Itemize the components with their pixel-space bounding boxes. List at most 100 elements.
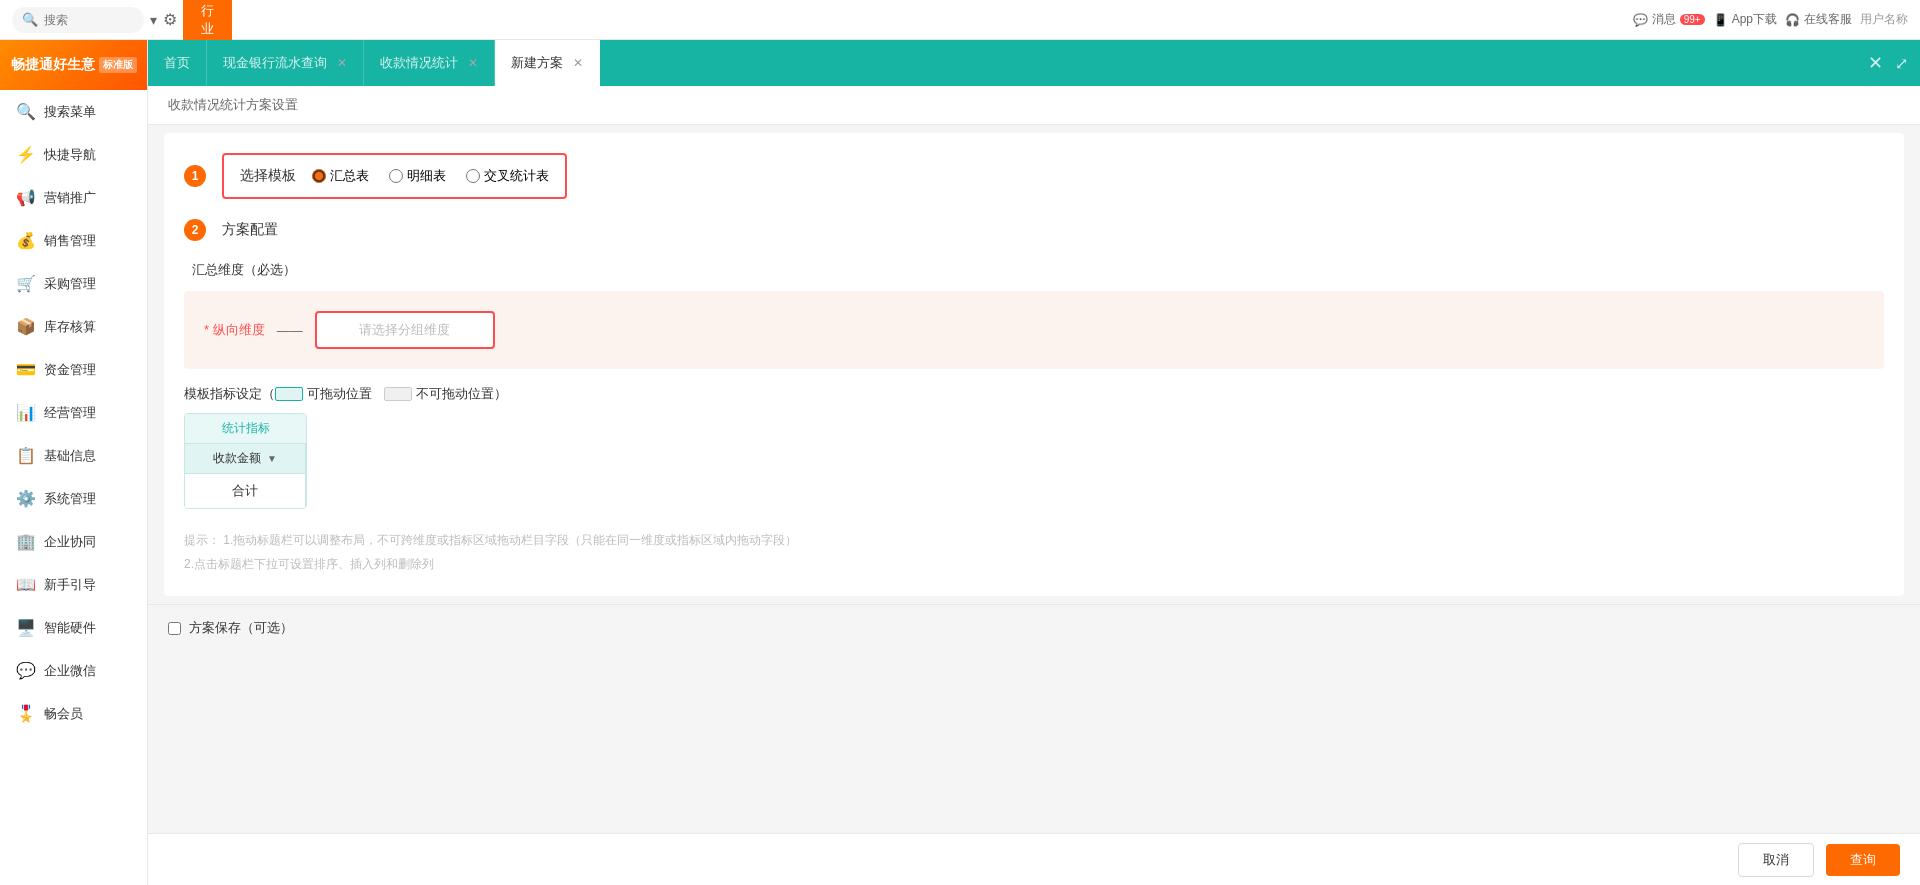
- sidebar-item-label: 快捷导航: [44, 146, 96, 164]
- nodrag-legend-box: [384, 387, 412, 401]
- sidebar-item-quicknav[interactable]: ⚡ 快捷导航: [0, 133, 147, 176]
- metrics-columns: 收款金额 ▼ 合计: [185, 444, 306, 508]
- download-btn[interactable]: 📱 App下载: [1713, 11, 1777, 28]
- wechat-icon: 💬: [16, 661, 36, 680]
- tab-cashflow[interactable]: 现金银行流水查询 ✕: [207, 40, 364, 86]
- dropdown-icon[interactable]: ▾: [150, 12, 157, 28]
- sidebar-item-finance[interactable]: 💳 资金管理: [0, 348, 147, 391]
- message-label: 消息: [1652, 11, 1676, 28]
- save-row: 方案保存（可选）: [148, 604, 1920, 651]
- marketing-icon: 📢: [16, 188, 36, 207]
- step2-section: 2 方案配置 汇总维度（必选） * 纵向维度 —— 请选择分组维度: [184, 219, 1884, 576]
- quicknav-icon: ⚡: [16, 145, 36, 164]
- summary-dimension-label: 汇总维度（必选）: [192, 261, 1884, 279]
- step1-label: 选择模板: [240, 167, 296, 185]
- sidebar-item-wechat[interactable]: 💬 企业微信: [0, 649, 147, 692]
- user-label: 用户名称: [1860, 11, 1908, 28]
- drag-legend-label: 可拖动位置: [307, 385, 372, 403]
- sidebar-item-inventory[interactable]: 📦 库存核算: [0, 305, 147, 348]
- radio-summary-label: 汇总表: [330, 167, 369, 185]
- search-icon: 🔍: [22, 12, 38, 27]
- save-label: 方案保存（可选）: [189, 619, 293, 637]
- dimension-select-placeholder: 请选择分组维度: [359, 322, 450, 337]
- sidebar-item-purchase[interactable]: 🛒 采购管理: [0, 262, 147, 305]
- content-area: 收款情况统计方案设置 1 选择模板 汇总表: [148, 86, 1920, 833]
- service-btn[interactable]: 🎧 在线客服: [1785, 11, 1852, 28]
- template-radio-group: 汇总表 明细表 交叉统计表: [312, 167, 549, 185]
- sidebar-item-system[interactable]: ⚙️ 系统管理: [0, 477, 147, 520]
- tab-newplan-label: 新建方案: [511, 54, 563, 72]
- user-info[interactable]: 用户名称: [1860, 11, 1908, 28]
- system-icon: ⚙️: [16, 489, 36, 508]
- radio-cross-input[interactable]: [466, 169, 480, 183]
- metrics-close: ）: [494, 385, 507, 403]
- tab-cashflow-close[interactable]: ✕: [337, 56, 347, 70]
- page-header-text: 收款情况统计方案设置: [168, 97, 298, 112]
- metrics-label: 模板指标设定（: [184, 385, 275, 403]
- sidebar-item-label: 智能硬件: [44, 619, 96, 637]
- radio-cross[interactable]: 交叉统计表: [466, 167, 549, 185]
- sidebar-item-management[interactable]: 📊 经营管理: [0, 391, 147, 434]
- sidebar-item-search[interactable]: 🔍 搜索菜单: [0, 90, 147, 133]
- sidebar-item-sales[interactable]: 💰 销售管理: [0, 219, 147, 262]
- radio-summary[interactable]: 汇总表: [312, 167, 369, 185]
- tab-home[interactable]: 首页: [148, 40, 207, 86]
- step2-row: 2 方案配置: [184, 219, 1884, 241]
- tips-section: 提示： 1.拖动标题栏可以调整布局，不可跨维度或指标区域拖动栏目字段（只能在同一…: [184, 528, 1884, 576]
- gear-icon[interactable]: ⚙: [163, 10, 177, 29]
- metrics-label-row: 模板指标设定（ 可拖动位置 不可拖动位置 ）: [184, 385, 1884, 403]
- tab-newplan[interactable]: 新建方案 ✕: [495, 40, 600, 86]
- sidebar-item-enterprise[interactable]: 🏢 企业协同: [0, 520, 147, 563]
- metrics-legend-nodrag: 不可拖动位置: [384, 385, 494, 403]
- sidebar-item-label: 采购管理: [44, 275, 96, 293]
- tab-newplan-close[interactable]: ✕: [573, 56, 583, 70]
- app-logo: 畅捷通好生意 标准版: [0, 40, 147, 90]
- tab-receipts[interactable]: 收款情况统计 ✕: [364, 40, 495, 86]
- management-icon: 📊: [16, 403, 36, 422]
- sidebar-item-guide[interactable]: 📖 新手引导: [0, 563, 147, 606]
- sidebar-item-label: 资金管理: [44, 361, 96, 379]
- hardware-icon: 🖥️: [16, 618, 36, 637]
- col1-dropdown-icon[interactable]: ▼: [267, 453, 277, 464]
- maximize-icon[interactable]: ⤢: [1895, 54, 1908, 73]
- radio-cross-label: 交叉统计表: [484, 167, 549, 185]
- app-name: 畅捷通好生意: [11, 56, 95, 74]
- metrics-col1: 收款金额 ▼ 合计: [185, 444, 306, 508]
- purchase-icon: 🛒: [16, 274, 36, 293]
- service-icon: 🎧: [1785, 13, 1800, 27]
- radio-detail-input[interactable]: [389, 169, 403, 183]
- guide-icon: 📖: [16, 575, 36, 594]
- sidebar-item-marketing[interactable]: 📢 营销推广: [0, 176, 147, 219]
- nodrag-legend-label: 不可拖动位置: [416, 385, 494, 403]
- radio-detail[interactable]: 明细表: [389, 167, 446, 185]
- sidebar-item-basic[interactable]: 📋 基础信息: [0, 434, 147, 477]
- cancel-button[interactable]: 取消: [1738, 843, 1814, 877]
- col1-header[interactable]: 收款金额 ▼: [185, 444, 305, 474]
- vertical-label: * 纵向维度: [204, 321, 265, 339]
- sidebar-item-label: 新手引导: [44, 576, 96, 594]
- tip-line1: 提示： 1.拖动标题栏可以调整布局，不可跨维度或指标区域拖动栏目字段（只能在同一…: [184, 528, 1884, 552]
- download-icon: 📱: [1713, 13, 1728, 27]
- sidebar-item-member[interactable]: 🎖️ 畅会员: [0, 692, 147, 735]
- query-button[interactable]: 查询: [1826, 844, 1900, 876]
- message-btn[interactable]: 💬 消息 99+: [1633, 11, 1705, 28]
- tab-receipts-close[interactable]: ✕: [468, 56, 478, 70]
- bottom-bar: 取消 查询: [148, 833, 1920, 885]
- step2-num: 2: [184, 219, 206, 241]
- top-bar: 🔍 ▾ ⚙ 体验行业方案 💬 消息 99+ 📱 App下载 🎧 在线客服 用户名…: [0, 0, 1920, 40]
- close-window-icon[interactable]: ✕: [1868, 52, 1883, 74]
- step2-label: 方案配置: [222, 221, 278, 239]
- top-search-input[interactable]: [44, 13, 134, 27]
- save-checkbox[interactable]: [168, 622, 181, 635]
- topbar-icons: 💬 消息 99+ 📱 App下载 🎧 在线客服 用户名称: [1633, 11, 1908, 28]
- sidebar-item-label: 畅会员: [44, 705, 83, 723]
- main-area: 首页 现金银行流水查询 ✕ 收款情况统计 ✕ 新建方案 ✕ ✕ ⤢ 收: [148, 40, 1920, 885]
- finance-icon: 💳: [16, 360, 36, 379]
- radio-summary-input[interactable]: [312, 169, 326, 183]
- dimension-select[interactable]: 请选择分组维度: [315, 311, 495, 349]
- sidebar-item-hardware[interactable]: 🖥️ 智能硬件: [0, 606, 147, 649]
- drag-legend-box: [275, 387, 303, 401]
- dimension-row: * 纵向维度 —— 请选择分组维度: [204, 311, 1864, 349]
- inventory-icon: 📦: [16, 317, 36, 336]
- radio-detail-label: 明细表: [407, 167, 446, 185]
